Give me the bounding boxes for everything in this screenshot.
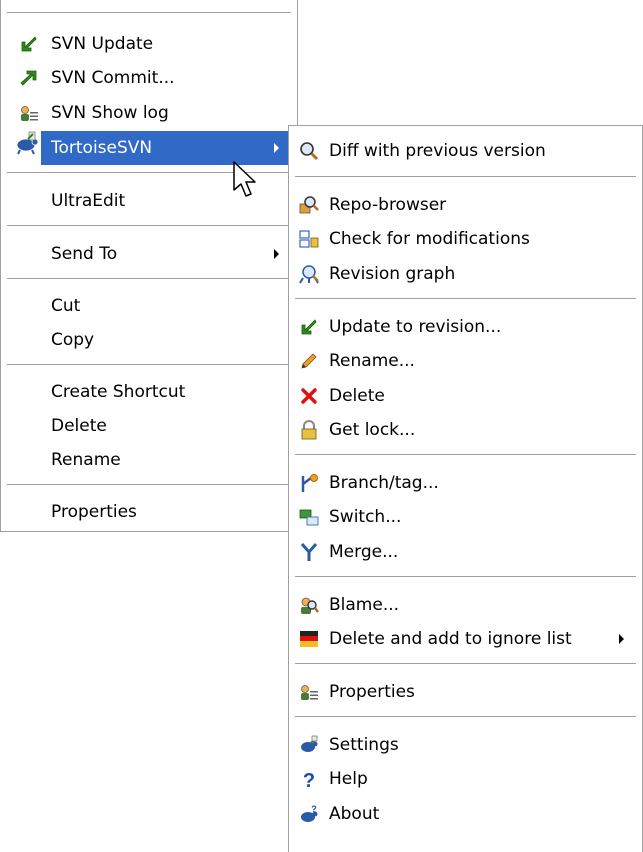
about-icon: ? [301, 804, 318, 822]
check-modifications-icon [299, 230, 319, 248]
menu-item-delete[interactable]: Delete [5, 409, 293, 443]
menu-item-copy[interactable]: Copy [5, 323, 293, 357]
menu-item-get-lock[interactable]: Get lock... [293, 413, 638, 447]
menu-item-label: Blame... [329, 595, 400, 615]
menu-item-rename-svn[interactable]: Rename... [293, 344, 638, 378]
menu-item-blame[interactable]: Blame... [293, 588, 638, 622]
menu-item-svn-commit[interactable]: SVN Commit... [5, 61, 293, 95]
merge-icon [300, 543, 318, 561]
branch-tag-icon [301, 474, 318, 492]
separator [7, 278, 291, 280]
separator [295, 663, 636, 665]
menu-item-label: SVN Update [51, 34, 154, 54]
menu-item-send-to[interactable]: Send To [5, 237, 293, 271]
delete-x-icon [301, 388, 317, 404]
menu-item-label: Repo-browser [329, 195, 447, 215]
menu-item-update-to-revision[interactable]: Update to revision... [293, 310, 638, 344]
menu-item-label: Properties [329, 682, 415, 702]
menu-item-label: Check for modifications [329, 229, 530, 249]
repo-browser-icon [299, 196, 319, 214]
context-menu: SVN Update SVN Commit... SVN Show log To… [0, 0, 298, 532]
svn-update-icon [21, 36, 37, 52]
separator [295, 298, 636, 300]
menu-item-cut[interactable]: Cut [5, 289, 293, 323]
menu-item-label: About [329, 804, 380, 824]
revision-graph-icon [299, 265, 319, 284]
mouse-cursor-icon [233, 161, 256, 197]
blame-icon [301, 597, 319, 614]
menu-item-ignore-list[interactable]: Delete and add to ignore list [293, 622, 638, 656]
menu-item-branch-tag[interactable]: Branch/tag... [293, 466, 638, 500]
menu-item-svn-update[interactable]: SVN Update [5, 27, 293, 61]
menu-item-settings[interactable]: Settings [293, 728, 638, 762]
menu-item-label: Branch/tag... [329, 473, 439, 493]
help-icon: ? [303, 770, 315, 789]
separator [295, 454, 636, 456]
menu-item-label: Update to revision... [329, 317, 502, 337]
menu-item-label: Switch... [329, 507, 402, 527]
menu-item-rename[interactable]: Rename [5, 443, 293, 477]
menu-item-label: Delete and add to ignore list [329, 629, 572, 649]
properties-icon [301, 685, 318, 700]
menu-item-label: Revision graph [329, 264, 456, 284]
menu-item-svn-show-log[interactable]: SVN Show log [5, 96, 293, 130]
menu-item-properties[interactable]: Properties [5, 495, 293, 529]
update-revision-icon [301, 319, 317, 335]
pencil-icon [301, 353, 317, 369]
menu-item-repo-browser[interactable]: Repo-browser [293, 188, 638, 222]
menu-item-label: Send To [51, 244, 118, 264]
menu-item-revision-graph[interactable]: Revision graph [293, 257, 638, 291]
svg-text:?: ? [303, 770, 315, 789]
tortoisesvn-icon [16, 131, 39, 155]
menu-item-label: Create Shortcut [51, 382, 186, 402]
svn-commit-icon [20, 70, 37, 86]
submenu-arrow-icon [274, 143, 279, 153]
separator [295, 716, 636, 718]
menu-item-help[interactable]: ? Help [293, 762, 638, 796]
menu-item-label: Delete [51, 416, 107, 436]
menu-item-label: TortoiseSVN [51, 138, 153, 158]
menu-item-label: SVN Commit... [51, 68, 175, 88]
menu-item-label: Merge... [329, 542, 399, 562]
menu-item-label: Diff with previous version [329, 141, 546, 161]
ignore-list-icon [300, 631, 318, 647]
menu-item-label: Rename... [329, 351, 415, 371]
menu-item-svn-properties[interactable]: Properties [293, 675, 638, 709]
menu-item-check-modifications[interactable]: Check for modifications [293, 222, 638, 256]
separator [7, 12, 291, 14]
menu-item-merge[interactable]: Merge... [293, 535, 638, 569]
menu-item-create-shortcut[interactable]: Create Shortcut [5, 375, 293, 409]
menu-item-switch[interactable]: Switch... [293, 500, 638, 534]
lock-icon [301, 420, 317, 440]
menu-item-label: Cut [51, 296, 81, 316]
submenu-arrow-icon [619, 634, 624, 644]
tortoisesvn-submenu: Diff with previous version Repo-browser … [288, 125, 643, 852]
menu-item-label: Copy [51, 330, 95, 350]
menu-item-label: Delete [329, 386, 385, 406]
diff-icon [300, 142, 319, 161]
menu-item-about[interactable]: ? About [293, 797, 638, 831]
settings-icon [301, 735, 318, 752]
menu-item-label: Properties [51, 502, 137, 522]
separator [295, 576, 636, 578]
menu-item-delete-svn[interactable]: Delete [293, 379, 638, 413]
menu-item-label: Get lock... [329, 420, 416, 440]
menu-item-label: Rename [51, 450, 121, 470]
separator [7, 225, 291, 227]
separator [295, 176, 636, 178]
separator [7, 364, 291, 366]
menu-item-diff[interactable]: Diff with previous version [293, 134, 638, 168]
svn-show-log-icon [21, 106, 38, 121]
submenu-arrow-icon [274, 249, 279, 259]
menu-item-label: SVN Show log [51, 103, 169, 123]
menu-item-label: Help [329, 769, 368, 789]
separator [7, 484, 291, 486]
menu-item-label: UltraEdit [51, 191, 126, 211]
svg-text:?: ? [311, 804, 317, 814]
switch-icon [299, 509, 319, 526]
menu-item-label: Settings [329, 735, 399, 755]
